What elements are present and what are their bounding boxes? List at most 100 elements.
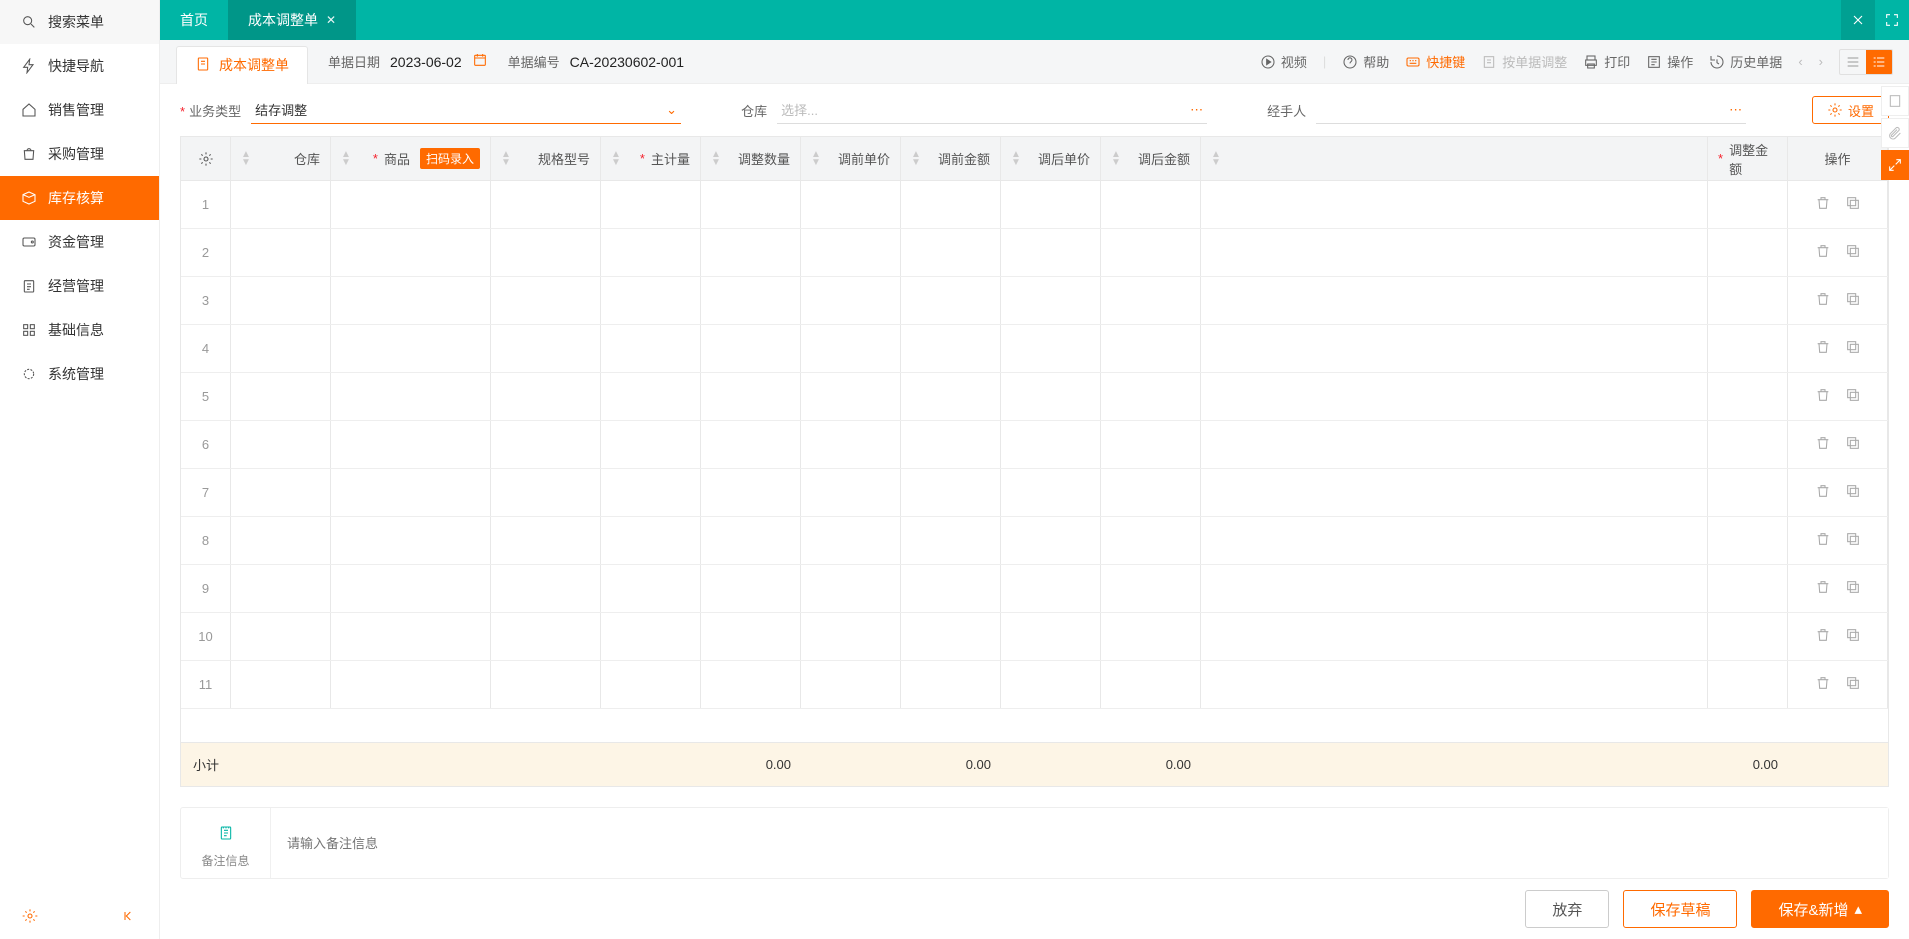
tab-label: 成本调整单 (248, 10, 318, 30)
th-amtafter[interactable]: ▲▼调后金额 (1101, 137, 1201, 180)
th-unit[interactable]: ▲▼*主计量 (601, 137, 701, 180)
sidebar-item-system[interactable]: 系统管理 (0, 352, 159, 396)
delete-icon[interactable] (1815, 531, 1831, 550)
sidebar-item-search[interactable]: 搜索菜单 (0, 0, 159, 44)
shortcut-link[interactable]: 快捷键 (1405, 52, 1465, 71)
video-link[interactable]: 视频 (1260, 52, 1307, 71)
save-new-button[interactable]: 保存&新增▴ (1751, 890, 1889, 928)
delete-icon[interactable] (1815, 675, 1831, 694)
delete-icon[interactable] (1815, 579, 1831, 598)
warehouse-select[interactable]: 选择...⋯ (777, 96, 1207, 124)
table-row[interactable]: 8 (181, 517, 1888, 565)
view-list[interactable] (1866, 50, 1892, 74)
table-row[interactable]: 6 (181, 421, 1888, 469)
calendar-icon[interactable] (472, 52, 488, 71)
rail-expand-icon[interactable] (1881, 150, 1909, 180)
view-detail[interactable] (1840, 50, 1866, 74)
copy-icon[interactable] (1845, 675, 1861, 694)
delete-icon[interactable] (1815, 195, 1831, 214)
search-icon (20, 13, 38, 31)
th-amtbefore[interactable]: ▲▼调前金额 (901, 137, 1001, 180)
print-link[interactable]: 打印 (1583, 52, 1630, 71)
delete-icon[interactable] (1815, 387, 1831, 406)
sidebar-item-basedata[interactable]: 基础信息 (0, 308, 159, 352)
help-link[interactable]: 帮助 (1342, 52, 1389, 71)
remark-input[interactable] (271, 808, 1888, 878)
delete-icon[interactable] (1815, 243, 1831, 262)
row-index: 8 (181, 517, 231, 564)
biztype-select[interactable]: 结存调整⌄ (251, 96, 681, 124)
sidebar-label: 快捷导航 (48, 56, 104, 76)
delete-icon[interactable] (1815, 627, 1831, 646)
more-icon[interactable]: ⋯ (1729, 102, 1742, 118)
delete-icon[interactable] (1815, 483, 1831, 502)
row-index: 2 (181, 229, 231, 276)
handler-select[interactable]: ⋯ (1316, 96, 1746, 124)
th-adjamt[interactable]: *调整金额 (1708, 137, 1788, 180)
th-priceafter[interactable]: ▲▼调后单价 (1001, 137, 1101, 180)
delete-icon[interactable] (1815, 435, 1831, 454)
th-pricebefore[interactable]: ▲▼调前单价 (801, 137, 901, 180)
value[interactable]: 2023-06-02 (390, 54, 462, 70)
table-row[interactable]: 5 (181, 373, 1888, 421)
scan-button[interactable]: 扫码录入 (420, 148, 480, 169)
copy-icon[interactable] (1845, 291, 1861, 310)
bag-icon (20, 145, 38, 163)
table-row[interactable]: 1 (181, 181, 1888, 229)
rail-attach-icon[interactable] (1881, 118, 1909, 148)
copy-icon[interactable] (1845, 627, 1861, 646)
th-spec[interactable]: ▲▼规格型号 (491, 137, 601, 180)
row-index: 3 (181, 277, 231, 324)
th-warehouse[interactable]: ▲▼仓库 (231, 137, 331, 180)
table-row[interactable]: 10 (181, 613, 1888, 661)
prev-icon[interactable]: ‹ (1798, 54, 1802, 69)
row-ops (1788, 517, 1888, 564)
copy-icon[interactable] (1845, 339, 1861, 358)
collapse-icon[interactable] (121, 908, 137, 927)
delete-icon[interactable] (1815, 291, 1831, 310)
field-warehouse: 仓库 选择...⋯ (741, 96, 1207, 124)
th-qty[interactable]: ▲▼调整数量 (701, 137, 801, 180)
tab-close-all[interactable] (1841, 0, 1875, 40)
copy-icon[interactable] (1845, 579, 1861, 598)
sidebar-label: 系统管理 (48, 364, 104, 384)
table-row[interactable]: 4 (181, 325, 1888, 373)
close-icon[interactable]: ✕ (326, 13, 336, 27)
settings-button[interactable]: 设置 (1812, 96, 1889, 124)
copy-icon[interactable] (1845, 387, 1861, 406)
more-icon[interactable]: ⋯ (1190, 102, 1203, 118)
doc-title: 成本调整单 (219, 55, 289, 75)
copy-icon[interactable] (1845, 195, 1861, 214)
copy-icon[interactable] (1845, 483, 1861, 502)
table-row[interactable]: 3 (181, 277, 1888, 325)
row-ops (1788, 613, 1888, 660)
copy-icon[interactable] (1845, 243, 1861, 262)
sidebar-item-funds[interactable]: 资金管理 (0, 220, 159, 264)
footer-actions: 放弃 保存草稿 保存&新增▴ (160, 879, 1909, 939)
history-link[interactable]: 历史单据 (1709, 52, 1782, 71)
copy-icon[interactable] (1845, 531, 1861, 550)
sidebar-item-operations[interactable]: 经营管理 (0, 264, 159, 308)
copy-icon[interactable] (1845, 435, 1861, 454)
th-config[interactable] (181, 137, 231, 180)
sidebar-item-quicknav[interactable]: 快捷导航 (0, 44, 159, 88)
fullscreen-icon[interactable] (1875, 0, 1909, 40)
table-row[interactable]: 2 (181, 229, 1888, 277)
table-row[interactable]: 7 (181, 469, 1888, 517)
sidebar-item-inventory[interactable]: 库存核算 (0, 176, 159, 220)
table-row[interactable]: 11 (181, 661, 1888, 709)
save-draft-button[interactable]: 保存草稿 (1623, 890, 1737, 928)
doc-tab[interactable]: 成本调整单 (176, 46, 308, 84)
next-icon[interactable]: › (1819, 54, 1823, 69)
ops-link[interactable]: 操作 (1646, 52, 1693, 71)
th-product[interactable]: ▲▼*商品扫码录入 (331, 137, 491, 180)
tab-cost-adjust[interactable]: 成本调整单 ✕ (228, 0, 356, 40)
settings-icon[interactable] (22, 908, 38, 927)
tab-home[interactable]: 首页 (160, 0, 228, 40)
sidebar-item-sales[interactable]: 销售管理 (0, 88, 159, 132)
rail-note-icon[interactable] (1881, 86, 1909, 116)
delete-icon[interactable] (1815, 339, 1831, 358)
table-row[interactable]: 9 (181, 565, 1888, 613)
discard-button[interactable]: 放弃 (1525, 890, 1609, 928)
sidebar-item-purchase[interactable]: 采购管理 (0, 132, 159, 176)
